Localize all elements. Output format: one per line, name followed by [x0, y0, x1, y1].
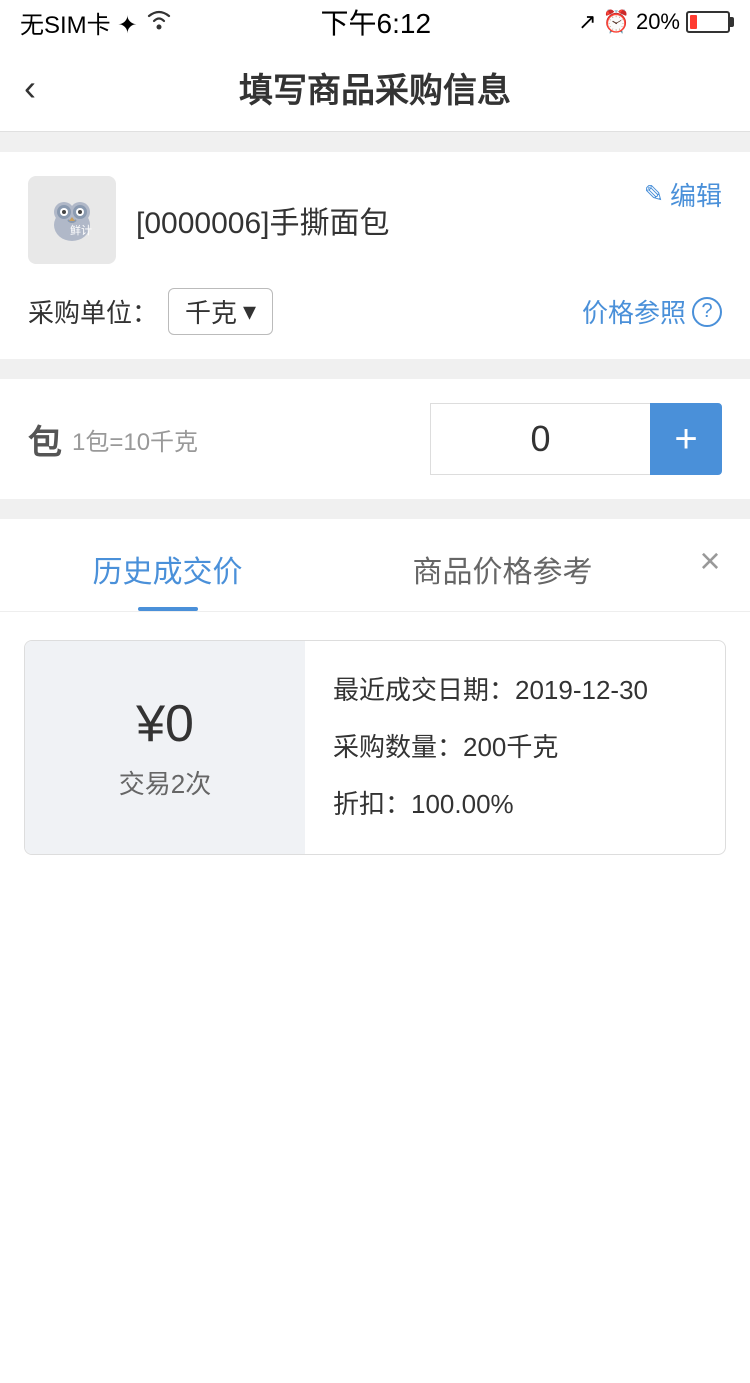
- nav-bar: ‹ 填写商品采购信息: [0, 44, 750, 132]
- svg-text:鲜计: 鲜计: [70, 223, 92, 237]
- battery-percent: 20%: [636, 9, 680, 35]
- status-time: 下午6:12: [321, 2, 432, 42]
- price-amount: ¥0: [136, 694, 194, 754]
- history-price-card: ¥0 交易2次 最近成交日期：2019-12-30 采购数量：200千克 折扣：…: [24, 640, 726, 855]
- price-reference-button[interactable]: 价格参照 ?: [582, 293, 722, 330]
- page-title: 填写商品采购信息: [239, 63, 511, 112]
- product-header: 鲜计 [0000006]手撕面包 ✎ 编辑: [28, 176, 722, 264]
- edit-button[interactable]: ✎ 编辑: [644, 176, 722, 213]
- carrier-text: 无SIM卡 ✦: [20, 5, 137, 40]
- status-left: 无SIM卡 ✦: [20, 5, 173, 40]
- unit-character: 包: [28, 415, 62, 464]
- price-details: 最近成交日期：2019-12-30 采购数量：200千克 折扣：100.00%: [305, 641, 725, 854]
- tab-history-price[interactable]: 历史成交价: [0, 519, 335, 611]
- product-name: [0000006]手撕面包: [136, 207, 389, 240]
- edit-icon: ✎: [644, 180, 664, 209]
- product-footer: 采购单位： 千克 ▾ 价格参照 ?: [28, 288, 722, 335]
- quantity-increment-button[interactable]: +: [650, 403, 722, 475]
- unit-label-text: 采购单位：: [28, 293, 158, 330]
- section-divider: [0, 359, 750, 379]
- content-area: [0, 883, 750, 1383]
- trade-count: 交易2次: [119, 764, 211, 801]
- purchase-qty-row: 采购数量：200千克: [333, 728, 697, 767]
- alarm-icon: ⏰: [603, 9, 630, 35]
- tab-close-button[interactable]: ×: [670, 540, 750, 590]
- battery-icon: [686, 11, 730, 33]
- discount-row: 折扣：100.00%: [333, 785, 697, 824]
- quantity-control: +: [430, 403, 722, 475]
- tabs-header: 历史成交价 商品价格参考 ×: [0, 519, 750, 612]
- chevron-down-icon: ▾: [243, 296, 256, 327]
- status-bar: 无SIM卡 ✦ 下午6:12 ↗ ⏰ 20%: [0, 0, 750, 44]
- quantity-input[interactable]: [430, 403, 650, 475]
- quantity-row: 包 1包=10千克 +: [0, 379, 750, 499]
- tabs-container: 历史成交价 商品价格参考 × ¥0 交易2次 最近成交日期：2019-12-30…: [0, 519, 750, 1383]
- help-icon: ?: [692, 297, 722, 327]
- tab-price-reference[interactable]: 商品价格参考: [335, 519, 670, 611]
- unit-label-group: 包 1包=10千克: [28, 415, 198, 464]
- back-button[interactable]: ‹: [24, 67, 36, 109]
- unit-conversion: 1包=10千克: [72, 422, 198, 457]
- wifi-icon: [145, 8, 173, 37]
- product-card: 鲜计 [0000006]手撕面包 ✎ 编辑 采购单位： 千克 ▾ 价格参照 ?: [0, 152, 750, 359]
- product-left: 鲜计 [0000006]手撕面包: [28, 176, 389, 264]
- status-right: ↗ ⏰ 20%: [578, 9, 730, 35]
- location-icon: ↗: [578, 9, 596, 35]
- product-info: [0000006]手撕面包: [136, 198, 389, 242]
- unit-select-dropdown[interactable]: 千克 ▾: [168, 288, 273, 335]
- unit-section: 采购单位： 千克 ▾: [28, 288, 273, 335]
- battery-fill: [690, 15, 697, 29]
- price-summary: ¥0 交易2次: [25, 641, 305, 854]
- product-thumbnail: 鲜计: [28, 176, 116, 264]
- recent-date-row: 最近成交日期：2019-12-30: [333, 671, 697, 710]
